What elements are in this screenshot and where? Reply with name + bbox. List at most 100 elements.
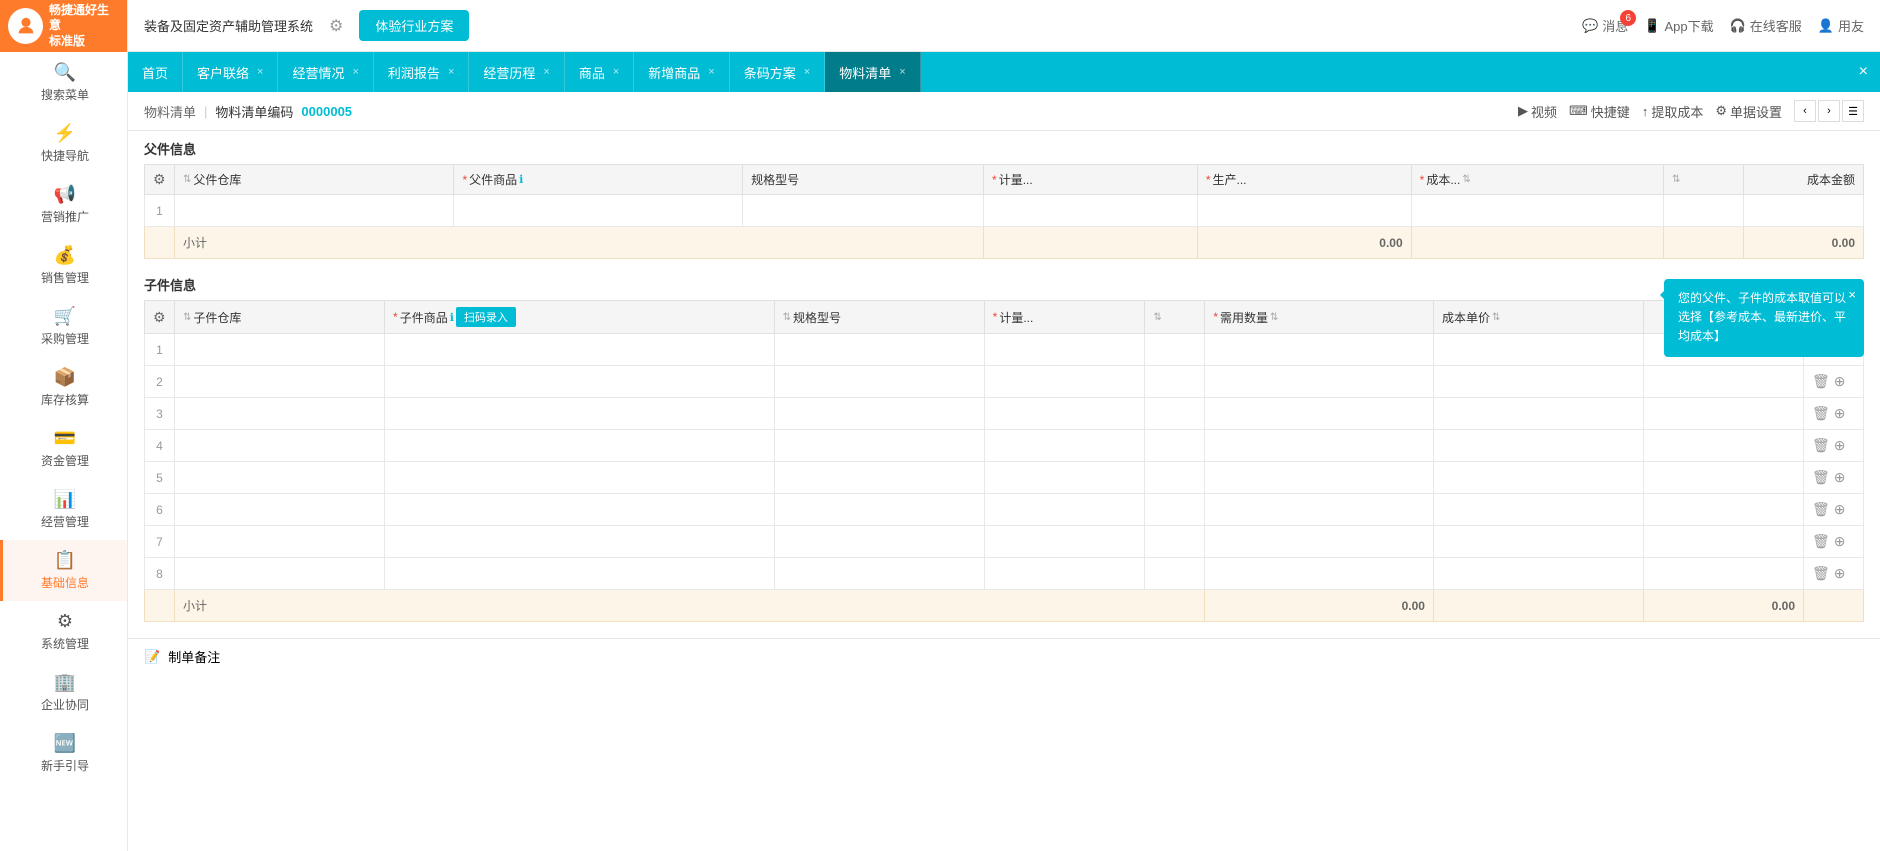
- child-unit-cell[interactable]: [984, 558, 1145, 590]
- child-spec-cell[interactable]: [774, 462, 984, 494]
- navtab-商品[interactable]: 商品×: [565, 52, 634, 92]
- child-extra-cell[interactable]: [1145, 526, 1205, 558]
- child-spec-cell[interactable]: [774, 558, 984, 590]
- child-spec-cell[interactable]: [774, 526, 984, 558]
- child-spec-cell[interactable]: [774, 398, 984, 430]
- sidebar-item-finance[interactable]: 💳资金管理: [0, 418, 127, 479]
- child-unit-cell[interactable]: [984, 398, 1145, 430]
- child-product-cell[interactable]: [385, 462, 775, 494]
- child-spec-cell[interactable]: [774, 494, 984, 526]
- parent-spec-cell[interactable]: [743, 195, 984, 227]
- child-qty-cell[interactable]: [1205, 334, 1434, 366]
- child-unit-cost-cell[interactable]: [1433, 462, 1643, 494]
- child-extra-cell[interactable]: [1145, 558, 1205, 590]
- parent-production-cell[interactable]: [1197, 195, 1411, 227]
- copy-icon[interactable]: ⊕: [1834, 373, 1846, 390]
- child-extra-cell[interactable]: [1145, 398, 1205, 430]
- copy-icon[interactable]: ⊕: [1834, 501, 1846, 518]
- close-all-tabs[interactable]: ×: [1847, 52, 1880, 92]
- delete-icon[interactable]: 🗑: [1812, 533, 1830, 550]
- child-unit-cell[interactable]: [984, 334, 1145, 366]
- child-qty-cell[interactable]: [1205, 462, 1434, 494]
- child-warehouse-cell[interactable]: [175, 398, 385, 430]
- child-warehouse-cell[interactable]: [175, 462, 385, 494]
- sidebar-item-system[interactable]: ⚙系统管理: [0, 601, 127, 662]
- parent-unit-cell[interactable]: [984, 195, 1198, 227]
- child-unit-cell[interactable]: [984, 526, 1145, 558]
- navtab-close[interactable]: ×: [899, 66, 905, 78]
- navtab-close[interactable]: ×: [257, 66, 263, 78]
- child-extra-cell[interactable]: [1145, 334, 1205, 366]
- child-qty-cell[interactable]: [1205, 430, 1434, 462]
- sidebar-item-search[interactable]: 🔍搜索菜单: [0, 52, 127, 113]
- copy-icon[interactable]: ⊕: [1834, 437, 1846, 454]
- sidebar-item-basic[interactable]: 📋基础信息: [0, 540, 127, 601]
- child-spec-cell[interactable]: [774, 366, 984, 398]
- child-product-cell[interactable]: [385, 526, 775, 558]
- child-qty-cell[interactable]: [1205, 398, 1434, 430]
- parent-warehouse-cell[interactable]: [175, 195, 454, 227]
- child-warehouse-cell[interactable]: [175, 366, 385, 398]
- child-unit-cell[interactable]: [984, 430, 1145, 462]
- child-product-cell[interactable]: [385, 366, 775, 398]
- child-unit-cost-cell[interactable]: [1433, 558, 1643, 590]
- delete-icon[interactable]: 🗑: [1812, 501, 1830, 518]
- child-unit-cost-cell[interactable]: [1433, 494, 1643, 526]
- message-icon-item[interactable]: 💬 消息 6: [1582, 16, 1628, 35]
- sidebar-item-sales[interactable]: 💰销售管理: [0, 235, 127, 296]
- delete-icon[interactable]: 🗑: [1812, 469, 1830, 486]
- child-product-cell[interactable]: [385, 558, 775, 590]
- child-product-cell[interactable]: [385, 494, 775, 526]
- delete-icon[interactable]: 🗑: [1812, 373, 1830, 390]
- prev-arrow[interactable]: ‹: [1794, 100, 1816, 122]
- navtab-利润报告[interactable]: 利润报告×: [374, 52, 469, 92]
- menu-arrow[interactable]: ☰: [1842, 100, 1864, 122]
- sidebar-item-marketing[interactable]: 📢营销推广: [0, 174, 127, 235]
- child-spec-cell[interactable]: [774, 334, 984, 366]
- trial-button[interactable]: 体验行业方案: [359, 10, 469, 41]
- child-extra-cell[interactable]: [1145, 430, 1205, 462]
- delete-icon[interactable]: 🗑: [1812, 405, 1830, 422]
- child-extra-cell[interactable]: [1145, 494, 1205, 526]
- sidebar-item-quick-nav[interactable]: ⚡快捷导航: [0, 113, 127, 174]
- navtab-经营历程[interactable]: 经营历程×: [469, 52, 564, 92]
- extract-cost-action[interactable]: ↑ 提取成本: [1642, 102, 1704, 121]
- delete-icon[interactable]: 🗑: [1812, 437, 1830, 454]
- parent-product-cell[interactable]: [454, 195, 743, 227]
- app-download-item[interactable]: 📱 App下载: [1644, 16, 1713, 35]
- child-qty-cell[interactable]: [1205, 366, 1434, 398]
- child-qty-cell[interactable]: [1205, 526, 1434, 558]
- child-unit-cost-cell[interactable]: [1433, 366, 1643, 398]
- sidebar-item-inventory[interactable]: 📦库存核算: [0, 357, 127, 418]
- navtab-close[interactable]: ×: [708, 66, 714, 78]
- child-qty-cell[interactable]: [1205, 558, 1434, 590]
- child-product-cell[interactable]: [385, 398, 775, 430]
- topbar-settings-icon[interactable]: ⚙: [329, 16, 343, 36]
- child-extra-cell[interactable]: [1145, 462, 1205, 494]
- sidebar-item-enterprise[interactable]: 🏢企业协同: [0, 662, 127, 723]
- parent-extra-cell[interactable]: [1664, 195, 1744, 227]
- child-unit-cost-cell[interactable]: [1433, 398, 1643, 430]
- delete-icon[interactable]: 🗑: [1812, 565, 1830, 582]
- tooltip-close-btn[interactable]: ×: [1848, 285, 1856, 306]
- navtab-close[interactable]: ×: [543, 66, 549, 78]
- sidebar-item-purchase[interactable]: 🛒采购管理: [0, 296, 127, 357]
- shortcut-action[interactable]: ⌨ 快捷键: [1569, 102, 1630, 121]
- child-warehouse-cell[interactable]: [175, 494, 385, 526]
- child-warehouse-cell[interactable]: [175, 526, 385, 558]
- sidebar-item-guide[interactable]: 🆕新手引导: [0, 723, 127, 784]
- child-warehouse-cell[interactable]: [175, 558, 385, 590]
- navtab-close[interactable]: ×: [448, 66, 454, 78]
- child-unit-cell[interactable]: [984, 462, 1145, 494]
- navtab-条码方案[interactable]: 条码方案×: [730, 52, 825, 92]
- child-unit-cost-cell[interactable]: [1433, 526, 1643, 558]
- user-item[interactable]: 👤 用友: [1818, 16, 1864, 35]
- sidebar-item-operations[interactable]: 📊经营管理: [0, 479, 127, 540]
- child-unit-cell[interactable]: [984, 494, 1145, 526]
- navtab-close[interactable]: ×: [613, 66, 619, 78]
- parent-col-settings[interactable]: ⚙: [145, 165, 175, 195]
- next-arrow[interactable]: ›: [1818, 100, 1840, 122]
- child-spec-cell[interactable]: [774, 430, 984, 462]
- navtab-首页[interactable]: 首页: [128, 52, 183, 92]
- child-unit-cost-cell[interactable]: [1433, 430, 1643, 462]
